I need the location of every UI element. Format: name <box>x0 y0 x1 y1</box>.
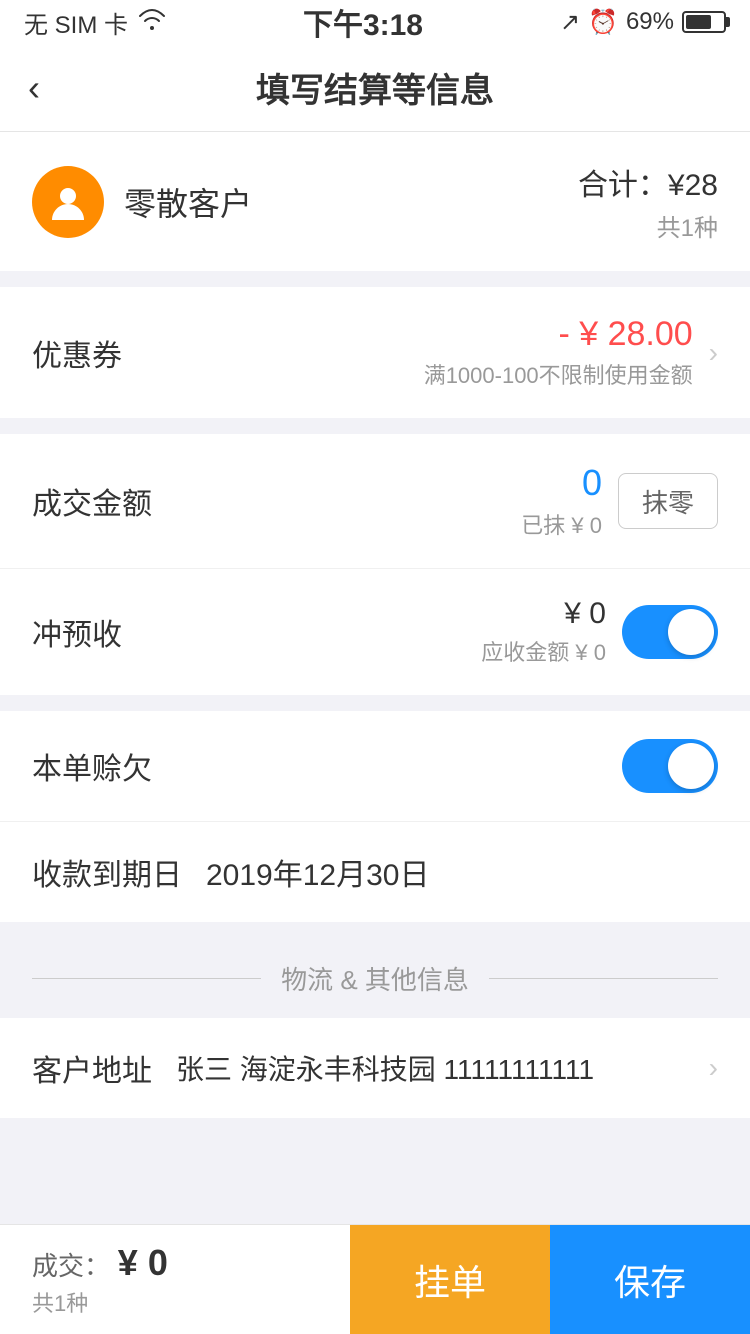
prepay-label: 冲预收 <box>32 610 122 654</box>
total-amount: 合计：¥28 <box>578 160 718 204</box>
battery-percent: 69% <box>626 8 674 36</box>
bottom-deal-amount: ¥ 0 <box>118 1242 168 1283</box>
due-date-row: 收款到期日 2019年12月30日 <box>0 822 750 922</box>
save-button[interactable]: 保存 <box>550 1225 750 1334</box>
bottom-count: 共1种 <box>32 1286 318 1318</box>
bottom-deal-label: 成交： <box>32 1251 110 1281</box>
bottom-summary: 成交： ¥ 0 共1种 <box>0 1242 350 1318</box>
no-sim-text: 无 SIM 卡 <box>24 5 128 40</box>
back-button[interactable]: ‹ <box>28 67 40 109</box>
coupon-row[interactable]: 优惠券 - ¥ 28.00 满1000-100不限制使用金额 › <box>0 287 750 418</box>
logistics-divider: 物流 & 其他信息 <box>0 938 750 1018</box>
address-row[interactable]: 客户地址 张三 海淀永丰科技园 11111111111 › <box>0 1018 750 1118</box>
coupon-amount: - ¥ 28.00 <box>424 315 693 354</box>
debit-row: 本单赊欠 <box>0 711 750 822</box>
content: 零散客户 合计：¥28 共1种 优惠券 - ¥ 28.00 满1000-100不… <box>0 132 750 1254</box>
status-left: 无 SIM 卡 <box>24 5 166 40</box>
wifi-icon <box>138 8 166 37</box>
prepay-row: 冲预收 ¥ 0 应收金额 ¥ 0 <box>0 569 750 695</box>
nav-bar: ‹ 填写结算等信息 <box>0 44 750 132</box>
due-date-value: 2019年12月30日 <box>206 850 429 894</box>
toggle-knob <box>668 609 714 655</box>
status-bar: 无 SIM 卡 下午3:18 ↗ ⏰ 69% <box>0 0 750 44</box>
status-right: ↗ ⏰ 69% <box>560 8 726 37</box>
deal-amount-label: 成交金额 <box>32 479 152 523</box>
coupon-section: 优惠券 - ¥ 28.00 满1000-100不限制使用金额 › <box>0 287 750 418</box>
deal-amount-value: 0 <box>521 462 602 504</box>
debit-toggle[interactable] <box>622 739 718 793</box>
total-count: 共1种 <box>578 208 718 243</box>
coupon-chevron-icon: › <box>709 337 718 369</box>
location-icon: ↗ <box>560 8 580 37</box>
deal-amount-row: 成交金额 0 已抹 ¥ 0 抹零 <box>0 434 750 569</box>
status-time: 下午3:18 <box>303 0 423 44</box>
address-value: 张三 海淀永丰科技园 11111111111 <box>176 1048 709 1088</box>
page-title: 填写结算等信息 <box>256 63 494 112</box>
receivable-amount: 应收金额 ¥ 0 <box>481 635 606 667</box>
coupon-desc: 满1000-100不限制使用金额 <box>424 358 693 390</box>
avatar <box>32 166 104 238</box>
already-rounded-text: 已抹 ¥ 0 <box>521 508 602 540</box>
battery-icon <box>682 11 726 33</box>
address-chevron-icon: › <box>709 1052 718 1084</box>
pending-button[interactable]: 挂单 <box>350 1225 550 1334</box>
customer-name: 零散客户 <box>124 179 252 225</box>
debit-toggle-knob <box>668 743 714 789</box>
coupon-label: 优惠券 <box>32 331 122 375</box>
divider-text: 物流 & 其他信息 <box>281 960 469 997</box>
prepay-toggle[interactable] <box>622 605 718 659</box>
debit-label: 本单赊欠 <box>32 744 152 788</box>
address-label: 客户地址 <box>32 1046 152 1090</box>
round-zero-button[interactable]: 抹零 <box>618 473 718 529</box>
due-date-label: 收款到期日 <box>32 850 182 894</box>
prepay-amount: ¥ 0 <box>481 597 606 631</box>
deal-prepay-section: 成交金额 0 已抹 ¥ 0 抹零 冲预收 ¥ 0 应收金额 ¥ 0 <box>0 434 750 695</box>
customer-row: 零散客户 合计：¥28 共1种 <box>0 132 750 271</box>
bottom-bar: 成交： ¥ 0 共1种 挂单 保存 <box>0 1224 750 1334</box>
debit-section: 本单赊欠 收款到期日 2019年12月30日 <box>0 711 750 922</box>
alarm-icon: ⏰ <box>588 8 618 37</box>
